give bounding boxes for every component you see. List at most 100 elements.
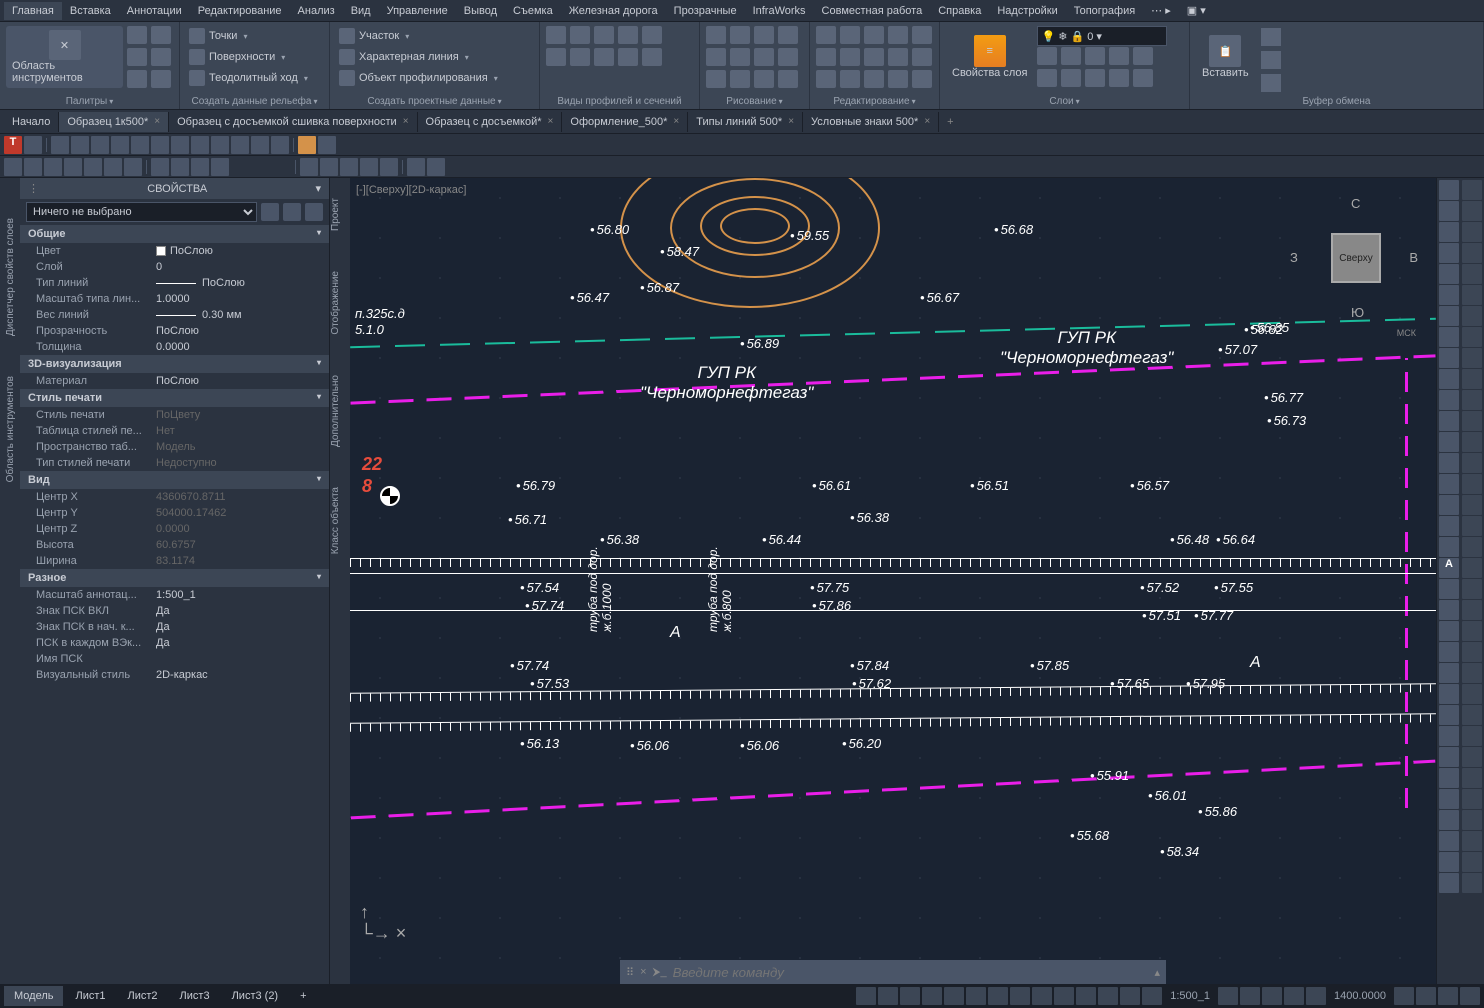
- rail-layers[interactable]: Диспетчер свойств слоев: [5, 218, 16, 336]
- toolbar-icon[interactable]: [251, 136, 269, 154]
- tab-survey[interactable]: Образец с досъемкой*×: [418, 112, 563, 132]
- toolbar-icon[interactable]: [91, 136, 109, 154]
- rail-tools[interactable]: Область инструментов: [5, 376, 16, 482]
- layer-combo[interactable]: 💡 ❄ 🔒 0 ▾: [1037, 26, 1167, 46]
- tool-icon[interactable]: [1462, 306, 1482, 326]
- toolbar-icon[interactable]: [131, 136, 149, 154]
- featureline-button[interactable]: Характерная линия: [336, 47, 501, 67]
- section-general[interactable]: Общие: [20, 225, 329, 243]
- prop-ucsicon[interactable]: Знак ПСК ВКЛДа: [20, 603, 329, 619]
- status-icon[interactable]: [966, 987, 986, 1005]
- prop-material[interactable]: МатериалПоСлою: [20, 373, 329, 389]
- surfaces-button[interactable]: Поверхности: [186, 47, 311, 67]
- fillet-icon[interactable]: [864, 48, 884, 66]
- layout-tab-add[interactable]: +: [290, 986, 316, 1006]
- tool-icon[interactable]: [1462, 831, 1482, 851]
- profile-icon[interactable]: [594, 26, 614, 44]
- prop-ucsvp[interactable]: ПСК в каждом ВЭк...Да: [20, 635, 329, 651]
- viewcube-mck[interactable]: МСК: [1397, 328, 1416, 338]
- layer-icon[interactable]: [1109, 47, 1129, 65]
- nav-tool-icon[interactable]: [1439, 789, 1459, 809]
- toolbar-icon[interactable]: [151, 158, 169, 176]
- draw-icon[interactable]: [778, 26, 798, 44]
- points-button[interactable]: Точки: [186, 26, 311, 46]
- viewcube-e[interactable]: В: [1409, 250, 1418, 265]
- prop-plottype[interactable]: Тип стилей печатиНедоступно: [20, 455, 329, 471]
- profile-icon[interactable]: [570, 26, 590, 44]
- prop-linetype[interactable]: Тип линийПоСлою: [20, 275, 329, 291]
- viewport-label[interactable]: [-][Сверху][2D-каркас]: [356, 184, 466, 196]
- status-icon[interactable]: [878, 987, 898, 1005]
- clip-icon[interactable]: [1261, 74, 1281, 92]
- tab-close-icon[interactable]: ×: [154, 116, 160, 127]
- layer-icon[interactable]: [1037, 69, 1057, 87]
- prop-transparency[interactable]: ПрозрачностьПоСлою: [20, 323, 329, 339]
- nav-tool-icon[interactable]: [1439, 390, 1459, 410]
- layer-icon[interactable]: [1037, 47, 1057, 65]
- tool-icon[interactable]: [1462, 600, 1482, 620]
- menu-expand[interactable]: ▣ ▾: [1179, 1, 1214, 20]
- toolbar-icon[interactable]: [191, 136, 209, 154]
- rail-additional[interactable]: Дополнительно: [330, 375, 350, 447]
- tab-sample500[interactable]: Образец 1к500*×: [59, 112, 169, 132]
- circle-icon[interactable]: [754, 26, 774, 44]
- menu-transparent[interactable]: Прозрачные: [666, 2, 745, 20]
- tab-layout500[interactable]: Оформление_500*×: [562, 112, 688, 132]
- tool-icon[interactable]: [1462, 348, 1482, 368]
- status-icon[interactable]: [988, 987, 1008, 1005]
- profile-icon[interactable]: [546, 26, 566, 44]
- prop-plotspace[interactable]: Пространство таб...Модель: [20, 439, 329, 455]
- arc-icon[interactable]: [730, 26, 750, 44]
- menu-home[interactable]: Главная: [4, 2, 62, 20]
- nav-tool-icon[interactable]: [1439, 411, 1459, 431]
- nav-tool-icon[interactable]: [1439, 579, 1459, 599]
- menu-more[interactable]: ⋯ ▸: [1143, 1, 1179, 20]
- modify-icon[interactable]: [912, 26, 932, 44]
- rail-project[interactable]: Проект: [330, 198, 350, 231]
- layout-tab-2[interactable]: Лист2: [118, 986, 168, 1006]
- nav-tool-icon[interactable]: [1439, 516, 1459, 536]
- menu-view[interactable]: Вид: [343, 2, 379, 20]
- nav-tool-icon[interactable]: [1439, 642, 1459, 662]
- viewcube-w[interactable]: З: [1290, 250, 1298, 265]
- nav-tool-icon[interactable]: [1439, 306, 1459, 326]
- palette-icon-5[interactable]: [127, 70, 147, 88]
- tool-icon[interactable]: [1462, 537, 1482, 557]
- menu-survey[interactable]: Съемка: [505, 2, 561, 20]
- menu-edit[interactable]: Редактирование: [190, 2, 290, 20]
- prop-annoscale[interactable]: Масштаб аннотац...1:500_1: [20, 587, 329, 603]
- nav-tool-icon[interactable]: [1439, 327, 1459, 347]
- prop-plotstyle[interactable]: Стиль печатиПоЦвету: [20, 407, 329, 423]
- layer-props-button[interactable]: ≡ Свойства слоя: [946, 26, 1033, 88]
- toolbar-icon[interactable]: [318, 136, 336, 154]
- tab-close-icon[interactable]: ×: [548, 116, 554, 127]
- panel-title-relief[interactable]: Создать данные рельефа: [186, 94, 323, 107]
- t-icon[interactable]: T: [4, 136, 22, 154]
- nav-tool-icon[interactable]: A: [1439, 558, 1459, 578]
- nav-tool-icon[interactable]: [1439, 180, 1459, 200]
- toolbar-icon[interactable]: [111, 136, 129, 154]
- hatch-icon[interactable]: [754, 48, 774, 66]
- copy-icon[interactable]: [816, 48, 836, 66]
- status-icon[interactable]: [1394, 987, 1414, 1005]
- status-icon[interactable]: [944, 987, 964, 1005]
- tool-icon[interactable]: [1462, 432, 1482, 452]
- tab-symbols[interactable]: Условные знаки 500*×: [803, 112, 939, 132]
- toolbar-icon[interactable]: [298, 136, 316, 154]
- toolbar-icon[interactable]: [231, 136, 249, 154]
- status-icon[interactable]: [1218, 987, 1238, 1005]
- tool-icon[interactable]: [1462, 474, 1482, 494]
- pickadd-icon[interactable]: [283, 203, 301, 221]
- tool-icon[interactable]: [1462, 621, 1482, 641]
- toolbar-icon[interactable]: [4, 158, 22, 176]
- nav-tool-icon[interactable]: [1439, 222, 1459, 242]
- tool-icon[interactable]: [1462, 726, 1482, 746]
- nav-tool-icon[interactable]: [1439, 600, 1459, 620]
- palette-icon-2[interactable]: [151, 26, 171, 44]
- toolbar-icon[interactable]: [84, 158, 102, 176]
- nav-tool-icon[interactable]: [1439, 537, 1459, 557]
- tool-icon[interactable]: [1462, 558, 1482, 578]
- layer-icon[interactable]: [1085, 47, 1105, 65]
- toolbar-icon[interactable]: [320, 158, 338, 176]
- panel-title-palettes[interactable]: Палитры: [6, 94, 173, 107]
